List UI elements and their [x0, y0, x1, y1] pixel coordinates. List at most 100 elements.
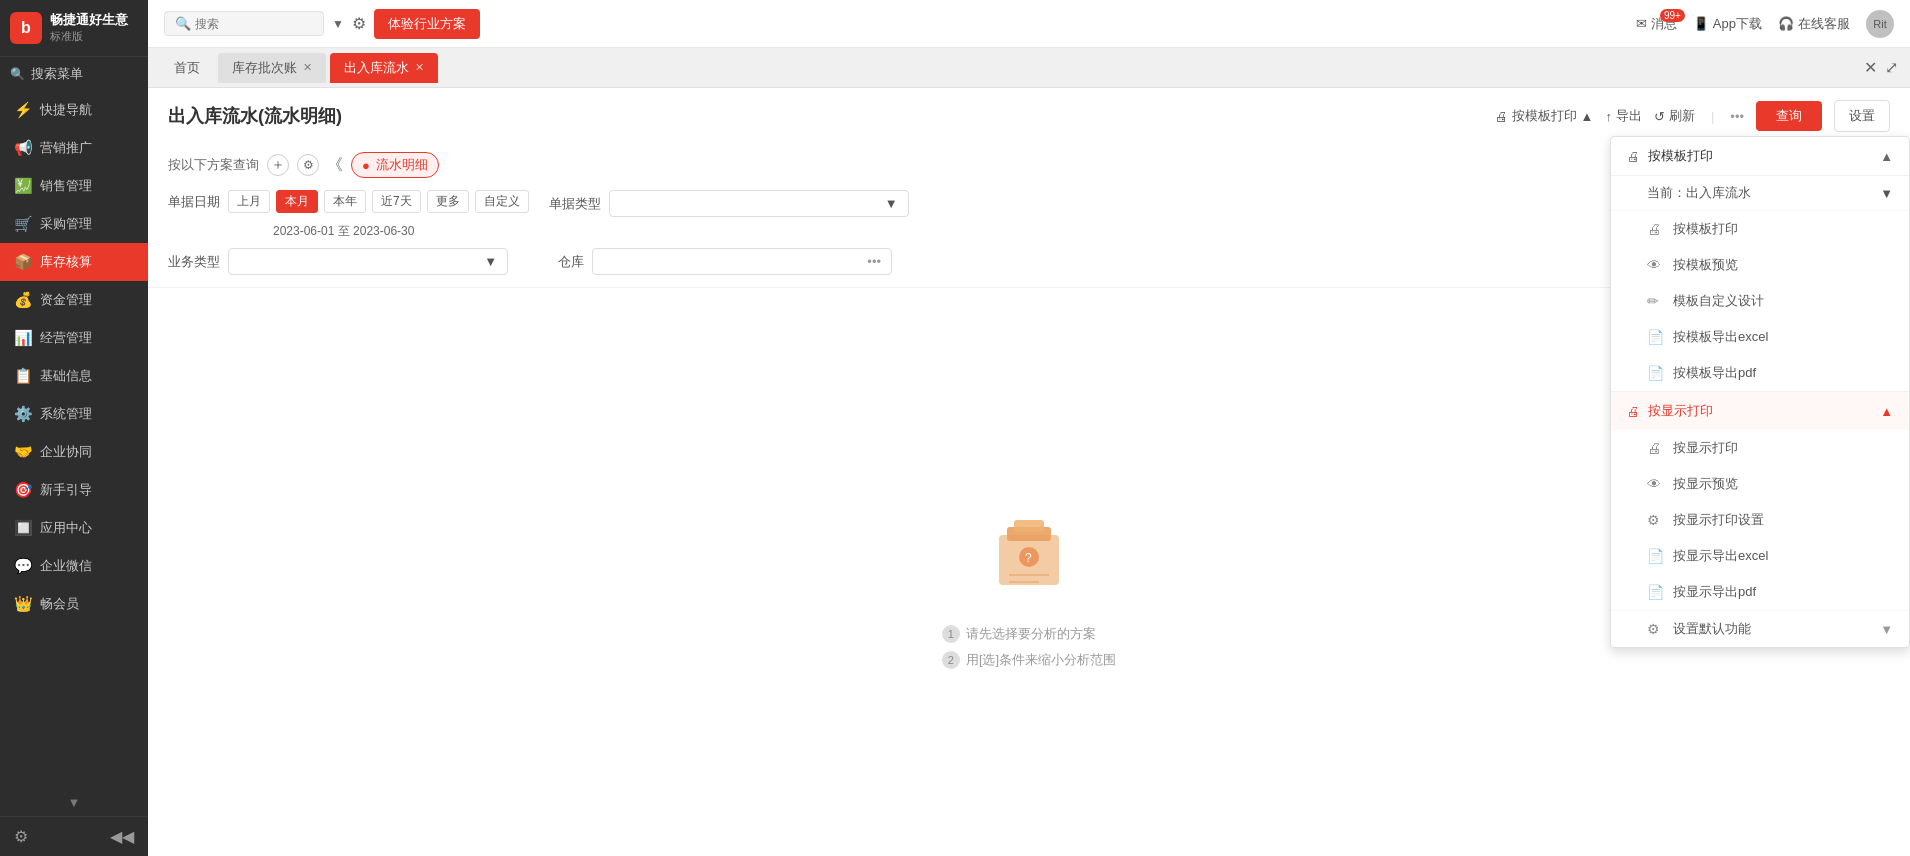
sidebar-item-system[interactable]: ⚙️ 系统管理	[0, 395, 148, 433]
print-template-button[interactable]: 🖨 按模板打印 ▲	[1495, 107, 1594, 125]
trial-button[interactable]: 体验行业方案	[374, 9, 480, 39]
refresh-label: 刷新	[1669, 107, 1695, 125]
date-this-month-btn[interactable]: 本月	[276, 190, 318, 213]
sidebar-item-purchase[interactable]: 🛒 采购管理	[0, 205, 148, 243]
display-print-label: 按显示打印	[1673, 439, 1738, 457]
sidebar-item-inventory[interactable]: 📦 库存核算	[0, 243, 148, 281]
sidebar-item-basic[interactable]: 📋 基础信息	[0, 357, 148, 395]
business-type-label: 业务类型	[168, 253, 220, 271]
more-actions-icon[interactable]: •••	[1730, 109, 1744, 124]
warehouse-select[interactable]: •••	[592, 248, 892, 275]
purchase-icon: 🛒	[14, 215, 32, 233]
topbar-gear-icon[interactable]: ⚙	[352, 14, 366, 33]
sidebar-item-guide[interactable]: 🎯 新手引导	[0, 471, 148, 509]
dropdown-display-section-header[interactable]: 🖨 按显示打印 ▲	[1611, 391, 1909, 430]
service-icon: 🎧	[1778, 16, 1794, 31]
date-custom-btn[interactable]: 自定义	[475, 190, 529, 213]
expand-tab-icon[interactable]: ⤢	[1885, 58, 1898, 77]
sidebar-item-quick-nav[interactable]: ⚡ 快捷导航	[0, 91, 148, 129]
filter-collapse-button[interactable]: 《	[327, 155, 343, 176]
display-export-excel-label: 按显示导出excel	[1673, 547, 1768, 565]
user-avatar[interactable]: Rit	[1866, 10, 1894, 38]
dropdown-template-custom[interactable]: ✏ 模板自定义设计	[1611, 283, 1909, 319]
template-print-label: 按模板打印	[1673, 220, 1738, 238]
filter-tag-icon: ●	[362, 158, 370, 173]
sidebar-item-cooperation[interactable]: 🤝 企业协同	[0, 433, 148, 471]
print-template-label: 按模板打印	[1512, 107, 1577, 125]
topbar-search-dropdown[interactable]: ▼	[332, 17, 344, 31]
tab-batch-account-close[interactable]: ✕	[303, 61, 312, 74]
query-button[interactable]: 查询	[1756, 101, 1822, 131]
filter-add-button[interactable]: ＋	[267, 154, 289, 176]
display-section-icon: 🖨	[1627, 404, 1640, 419]
online-service-button[interactable]: 🎧 在线客服	[1778, 15, 1850, 33]
sidebar-search-label: 搜索菜单	[31, 65, 83, 83]
template-excel-icon: 📄	[1647, 329, 1663, 345]
dropdown-template-print[interactable]: 🖨 按模板打印	[1611, 211, 1909, 247]
warehouse-more-icon[interactable]: •••	[867, 254, 881, 269]
settings-icon[interactable]: ⚙	[14, 827, 28, 846]
tab-inout-flow-close[interactable]: ✕	[415, 61, 424, 74]
search-icon: 🔍	[10, 67, 25, 81]
refresh-button[interactable]: ↺ 刷新	[1654, 107, 1695, 125]
tab-batch-account[interactable]: 库存批次账 ✕	[218, 53, 326, 83]
sidebar-item-sales[interactable]: 💹 销售管理	[0, 167, 148, 205]
business-type-select[interactable]: ▼	[228, 248, 508, 275]
export-button[interactable]: ↑ 导出	[1605, 107, 1642, 125]
marketing-icon: 📢	[14, 139, 32, 157]
sidebar-item-label: 新手引导	[40, 481, 92, 499]
topbar-search-box[interactable]: 🔍	[164, 11, 324, 36]
date-this-year-btn[interactable]: 本年	[324, 190, 366, 213]
sidebar-item-member[interactable]: 👑 畅会员	[0, 585, 148, 623]
dropdown-display-export-excel[interactable]: 📄 按显示导出excel	[1611, 538, 1909, 574]
sidebar-item-marketing[interactable]: 📢 营销推广	[0, 129, 148, 167]
dropdown-template-export-pdf[interactable]: 📄 按模板导出pdf	[1611, 355, 1909, 391]
sidebar-item-label: 资金管理	[40, 291, 92, 309]
dropdown-display-export-pdf[interactable]: 📄 按显示导出pdf	[1611, 574, 1909, 610]
dropdown-display-print-setting[interactable]: ⚙ 按显示打印设置	[1611, 502, 1909, 538]
default-setting-icon: ⚙	[1647, 621, 1663, 637]
setting-button[interactable]: 设置	[1834, 100, 1890, 132]
dropdown-template-export-excel[interactable]: 📄 按模板导出excel	[1611, 319, 1909, 355]
tab-inout-flow[interactable]: 出入库流水 ✕	[330, 53, 438, 83]
print-dropdown-arrow[interactable]: ▲	[1581, 109, 1594, 124]
date-more-btn[interactable]: 更多	[427, 190, 469, 213]
sidebar-item-app-center[interactable]: 🔲 应用中心	[0, 509, 148, 547]
dropdown-current-template[interactable]: 当前：出入库流水 ▼	[1611, 176, 1909, 211]
dropdown-display-print[interactable]: 🖨 按显示打印	[1611, 430, 1909, 466]
sidebar-item-operation[interactable]: 📊 经营管理	[0, 319, 148, 357]
template-pdf-icon: 📄	[1647, 365, 1663, 381]
export-label: 导出	[1616, 107, 1642, 125]
template-section-arrow: ▲	[1880, 149, 1893, 164]
date-last-month-btn[interactable]: 上月	[228, 190, 270, 213]
sidebar-item-label: 畅会员	[40, 595, 79, 613]
filter-setting-button[interactable]: ⚙	[297, 154, 319, 176]
dropdown-default-setting[interactable]: ⚙ 设置默认功能 ▼	[1611, 610, 1909, 647]
dropdown-template-section-header[interactable]: 🖨 按模板打印 ▲	[1611, 137, 1909, 176]
sidebar-item-finance[interactable]: 💰 资金管理	[0, 281, 148, 319]
sidebar-item-label: 企业协同	[40, 443, 92, 461]
message-button[interactable]: ✉ 消息 99+	[1636, 15, 1677, 33]
warehouse-label: 仓库	[558, 253, 584, 271]
dropdown-display-preview[interactable]: 👁 按显示预览	[1611, 466, 1909, 502]
app-logo-icon: b	[10, 12, 42, 44]
app-icon: 📱	[1693, 16, 1709, 31]
sidebar-item-label: 系统管理	[40, 405, 92, 423]
date-7days-btn[interactable]: 近7天	[372, 190, 421, 213]
topbar-right: ✉ 消息 99+ 📱 App下载 🎧 在线客服 Rit	[1636, 10, 1894, 38]
close-all-tabs-icon[interactable]: ✕	[1864, 58, 1877, 77]
collapse-sidebar-icon[interactable]: ◀◀	[110, 827, 134, 846]
app-download-button[interactable]: 📱 App下载	[1693, 15, 1762, 33]
sidebar-item-wechat[interactable]: 💬 企业微信	[0, 547, 148, 585]
sidebar-scroll-down[interactable]: ▼	[0, 789, 148, 816]
dropdown-template-preview[interactable]: 👁 按模板预览	[1611, 247, 1909, 283]
voucher-type-select[interactable]: ▼	[609, 190, 909, 217]
filter-active-tag[interactable]: ● 流水明细	[351, 152, 439, 178]
sidebar-search[interactable]: 🔍 搜索菜单	[0, 57, 148, 91]
topbar-left: 🔍 ▼ ⚙ 体验行业方案	[164, 9, 480, 39]
sidebar: b 畅捷通好生意 标准版 🔍 搜索菜单 ⚡ 快捷导航 📢 营销推广 💹 销售管理…	[0, 0, 148, 856]
app-brand: 畅捷通好生意	[50, 12, 128, 29]
tab-home[interactable]: 首页	[160, 53, 214, 83]
topbar-search-input[interactable]	[195, 17, 315, 31]
sidebar-item-label: 营销推广	[40, 139, 92, 157]
